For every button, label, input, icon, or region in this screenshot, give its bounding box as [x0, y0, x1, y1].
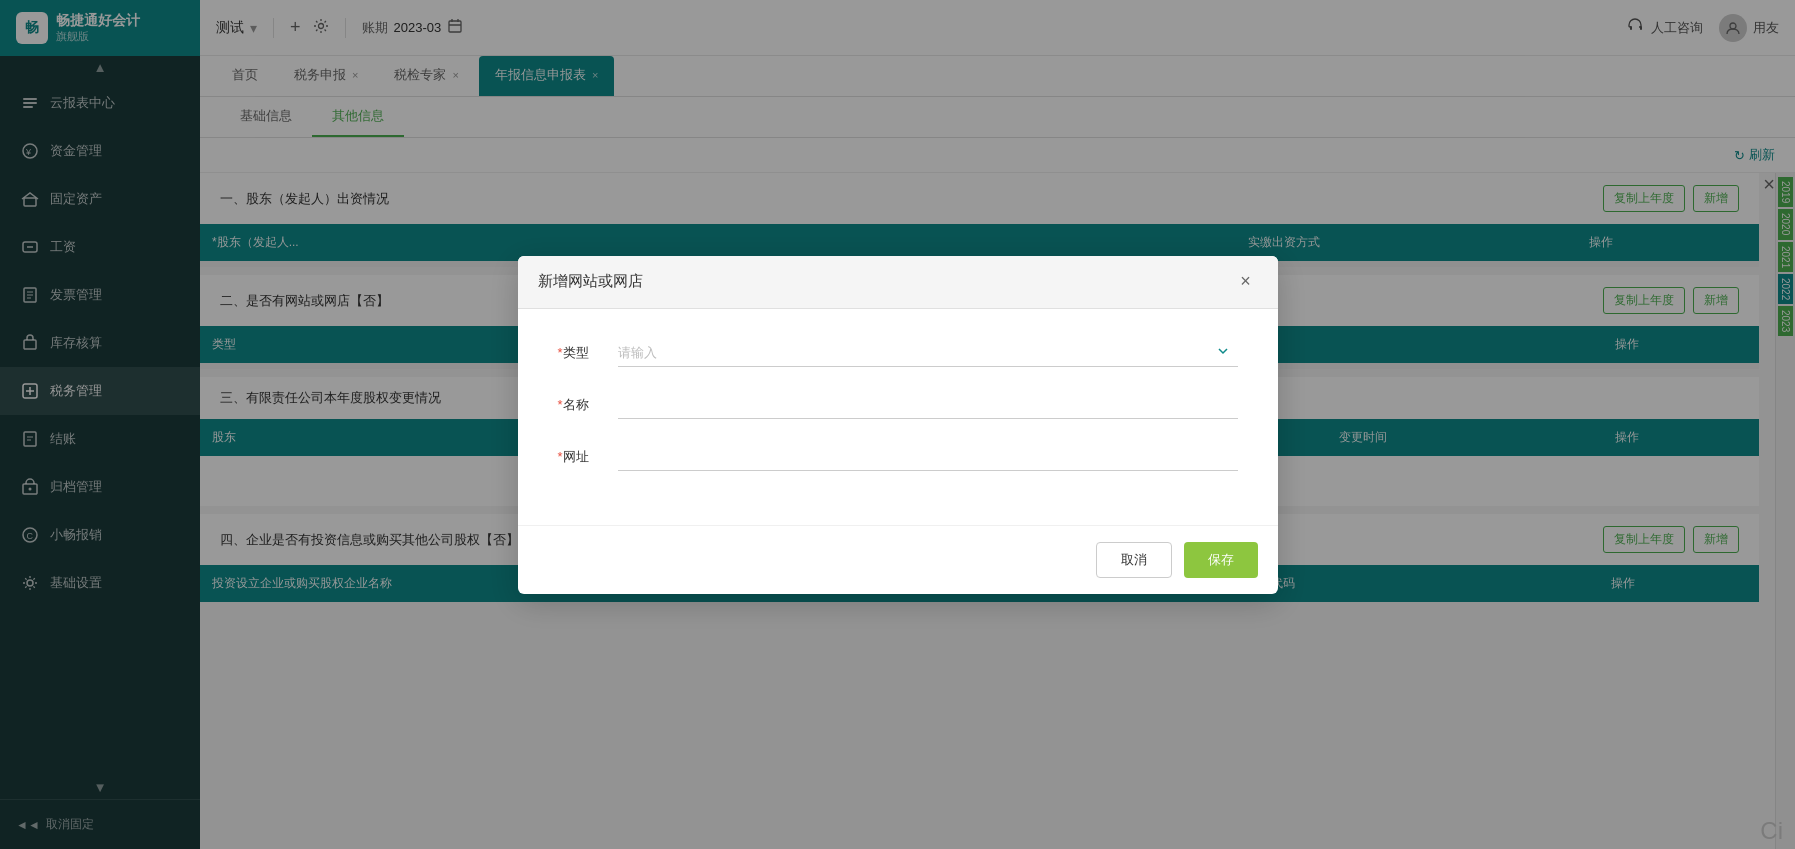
url-label-text: 网址 [563, 449, 589, 464]
name-field [618, 391, 1238, 419]
form-row-name: *名称 [558, 391, 1238, 419]
form-row-url: *网址 [558, 443, 1238, 471]
name-label: *名称 [558, 396, 618, 414]
modal-header: 新增网站或网店 × [518, 256, 1278, 309]
cancel-btn[interactable]: 取消 [1096, 542, 1172, 578]
type-label-text: 类型 [563, 345, 589, 360]
url-label: *网址 [558, 448, 618, 466]
modal-title: 新增网站或网店 [538, 272, 643, 291]
type-label: *类型 [558, 344, 618, 362]
name-input[interactable] [618, 391, 1238, 419]
type-field [618, 339, 1238, 367]
url-field [618, 443, 1238, 471]
modal-overlay: 新增网站或网店 × *类型 *名称 [0, 0, 1795, 849]
type-input[interactable] [618, 339, 1238, 367]
name-label-text: 名称 [563, 397, 589, 412]
modal-close-btn[interactable]: × [1234, 270, 1258, 294]
modal-body: *类型 *名称 [518, 309, 1278, 525]
add-website-modal: 新增网站或网店 × *类型 *名称 [518, 256, 1278, 594]
modal-footer: 取消 保存 [518, 525, 1278, 594]
url-input[interactable] [618, 443, 1238, 471]
form-row-type: *类型 [558, 339, 1238, 367]
save-btn[interactable]: 保存 [1184, 542, 1258, 578]
